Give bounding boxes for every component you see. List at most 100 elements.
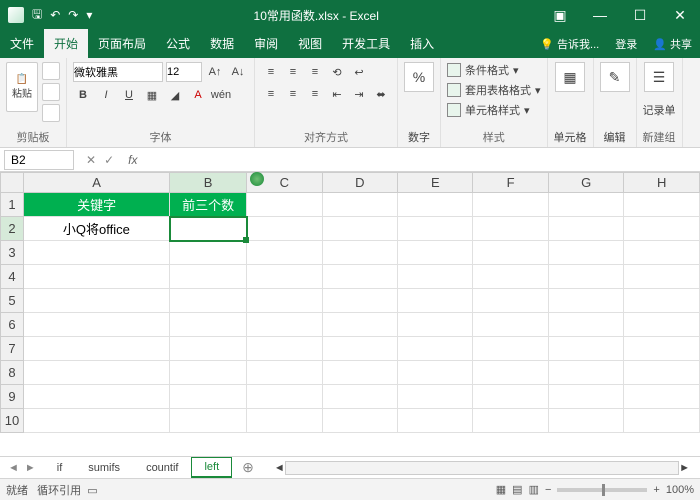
zoom-slider[interactable] <box>557 488 647 492</box>
tab-data[interactable]: 数据 <box>200 29 244 58</box>
cell[interactable] <box>170 313 247 337</box>
font-name-select[interactable] <box>73 62 163 82</box>
font-color-button[interactable]: A <box>188 85 208 105</box>
zoom-out-icon[interactable]: − <box>545 484 551 496</box>
wrap-text-icon[interactable]: ↩ <box>349 62 369 82</box>
record-form-button[interactable]: ☰ <box>644 62 674 92</box>
sheet-tab-left[interactable]: left <box>191 457 232 478</box>
col-header-B[interactable]: B <box>170 173 247 193</box>
login-button[interactable]: 登录 <box>607 30 645 58</box>
cell[interactable] <box>473 217 548 241</box>
col-header-E[interactable]: E <box>398 173 473 193</box>
cell[interactable] <box>322 289 398 313</box>
tab-nav-next-icon[interactable]: ► <box>25 462 36 474</box>
cell[interactable] <box>247 241 323 265</box>
cell[interactable] <box>473 241 548 265</box>
cell[interactable] <box>398 337 473 361</box>
cell[interactable] <box>473 289 548 313</box>
cell[interactable] <box>398 241 473 265</box>
cell[interactable] <box>322 217 398 241</box>
cell[interactable] <box>624 193 700 217</box>
cell[interactable] <box>170 409 247 433</box>
cell[interactable] <box>170 265 247 289</box>
cell[interactable] <box>24 361 170 385</box>
tab-view[interactable]: 视图 <box>288 29 332 58</box>
cell[interactable] <box>170 361 247 385</box>
italic-button[interactable]: I <box>96 85 116 105</box>
cell[interactable] <box>473 337 548 361</box>
cell[interactable] <box>548 409 624 433</box>
cell[interactable] <box>322 385 398 409</box>
increase-indent-icon[interactable]: ⇥ <box>349 84 369 104</box>
cell[interactable] <box>548 193 624 217</box>
cell[interactable] <box>624 289 700 313</box>
cell[interactable] <box>398 217 473 241</box>
cell[interactable] <box>170 337 247 361</box>
underline-button[interactable]: U <box>119 85 139 105</box>
sheet-tab-if[interactable]: if <box>44 458 76 478</box>
format-as-table-button[interactable]: 套用表格格式 ▾ <box>447 82 541 98</box>
cell[interactable] <box>398 289 473 313</box>
add-sheet-button[interactable]: ⊕ <box>232 459 264 476</box>
align-top-icon[interactable]: ≡ <box>261 62 281 82</box>
row-header-3[interactable]: 3 <box>1 241 24 265</box>
align-middle-icon[interactable]: ≡ <box>283 62 303 82</box>
cell[interactable] <box>170 241 247 265</box>
fill-color-button[interactable]: ◢ <box>165 85 185 105</box>
copy-icon[interactable] <box>42 83 60 101</box>
cell[interactable] <box>548 289 624 313</box>
cell[interactable] <box>548 313 624 337</box>
cell[interactable] <box>24 265 170 289</box>
cell[interactable] <box>398 313 473 337</box>
normal-view-icon[interactable]: ▦ <box>496 483 506 496</box>
cell[interactable] <box>247 361 323 385</box>
cell[interactable] <box>548 337 624 361</box>
cell[interactable] <box>624 361 700 385</box>
cell[interactable] <box>322 409 398 433</box>
cell[interactable] <box>24 289 170 313</box>
undo-icon[interactable]: ↶ <box>50 8 60 22</box>
row-header-7[interactable]: 7 <box>1 337 24 361</box>
cell[interactable] <box>624 313 700 337</box>
cell[interactable] <box>624 337 700 361</box>
col-header-F[interactable]: F <box>473 173 548 193</box>
phonetic-button[interactable]: wén <box>211 85 231 105</box>
cell[interactable] <box>322 193 398 217</box>
ribbon-options-icon[interactable]: ▣ <box>540 7 580 24</box>
format-painter-icon[interactable] <box>42 104 60 122</box>
cell[interactable] <box>548 241 624 265</box>
decrease-font-icon[interactable]: A↓ <box>228 62 248 82</box>
cancel-icon[interactable]: ✕ <box>86 153 96 167</box>
cell[interactable] <box>473 313 548 337</box>
font-size-select[interactable] <box>166 62 202 82</box>
tab-home[interactable]: 开始 <box>44 29 88 58</box>
conditional-format-button[interactable]: 条件格式 ▾ <box>447 62 541 78</box>
tab-insert[interactable]: 插入 <box>400 29 444 58</box>
decrease-indent-icon[interactable]: ⇤ <box>327 84 347 104</box>
tab-layout[interactable]: 页面布局 <box>88 29 156 58</box>
cell[interactable] <box>548 217 624 241</box>
cell[interactable] <box>247 385 323 409</box>
align-center-icon[interactable]: ≡ <box>283 84 303 104</box>
col-header-D[interactable]: D <box>322 173 398 193</box>
zoom-in-icon[interactable]: + <box>653 484 659 496</box>
share-button[interactable]: 👤 共享 <box>645 30 700 58</box>
enter-icon[interactable]: ✓ <box>104 153 114 167</box>
row-header-2[interactable]: 2 <box>1 217 24 241</box>
tab-dev[interactable]: 开发工具 <box>332 29 400 58</box>
cell[interactable] <box>24 313 170 337</box>
cell[interactable] <box>322 361 398 385</box>
minimize-button[interactable]: — <box>580 7 620 24</box>
tell-me[interactable]: 💡 告诉我... <box>532 30 607 58</box>
cell[interactable] <box>548 385 624 409</box>
cell[interactable] <box>247 265 323 289</box>
select-all-corner[interactable] <box>1 173 24 193</box>
maximize-button[interactable]: ☐ <box>620 7 660 24</box>
cell[interactable] <box>247 337 323 361</box>
zoom-level[interactable]: 100% <box>666 484 694 496</box>
cell[interactable] <box>24 409 170 433</box>
cell[interactable] <box>548 265 624 289</box>
cell[interactable] <box>398 265 473 289</box>
cut-icon[interactable] <box>42 62 60 80</box>
close-button[interactable]: ✕ <box>660 7 700 24</box>
